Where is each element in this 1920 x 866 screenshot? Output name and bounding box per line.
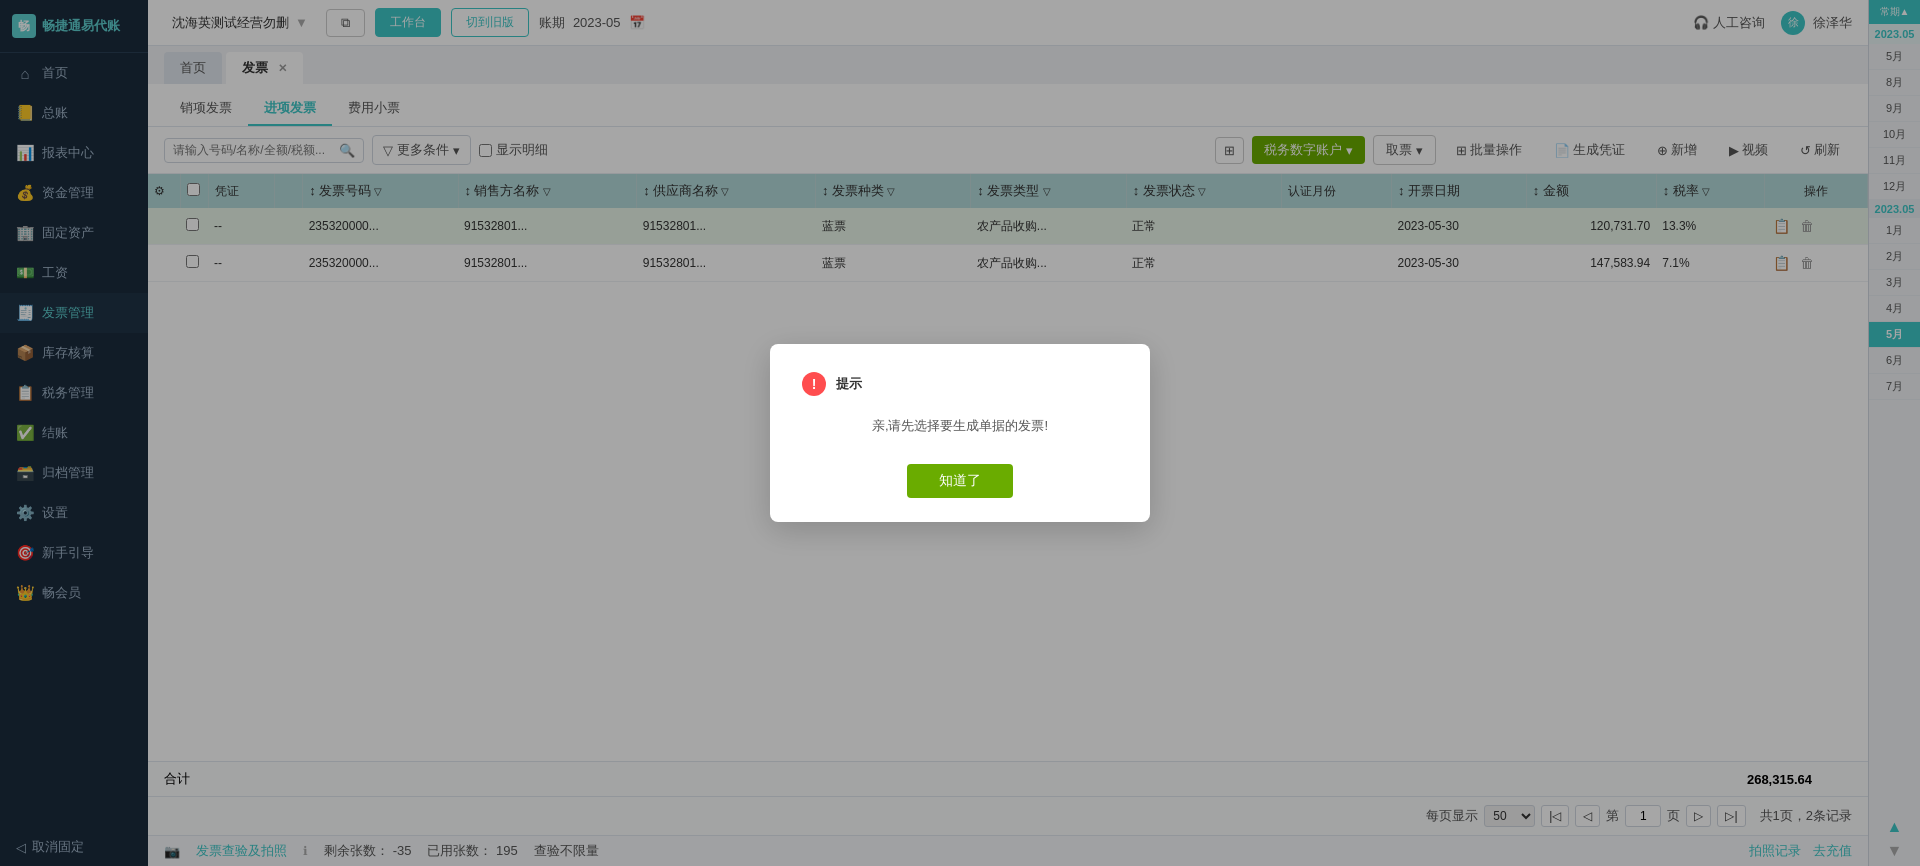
- modal-footer: 知道了: [802, 464, 1118, 498]
- modal-title-row: ! 提示: [802, 372, 1118, 396]
- modal-body-text: 亲,请先选择要生成单据的发票!: [802, 414, 1118, 437]
- modal-overlay[interactable]: ! 提示 亲,请先选择要生成单据的发票! 知道了: [0, 0, 1920, 866]
- modal-dialog: ! 提示 亲,请先选择要生成单据的发票! 知道了: [770, 344, 1150, 523]
- modal-ok-btn[interactable]: 知道了: [907, 464, 1013, 498]
- modal-title-text: 提示: [836, 375, 862, 393]
- modal-warning-icon: !: [802, 372, 826, 396]
